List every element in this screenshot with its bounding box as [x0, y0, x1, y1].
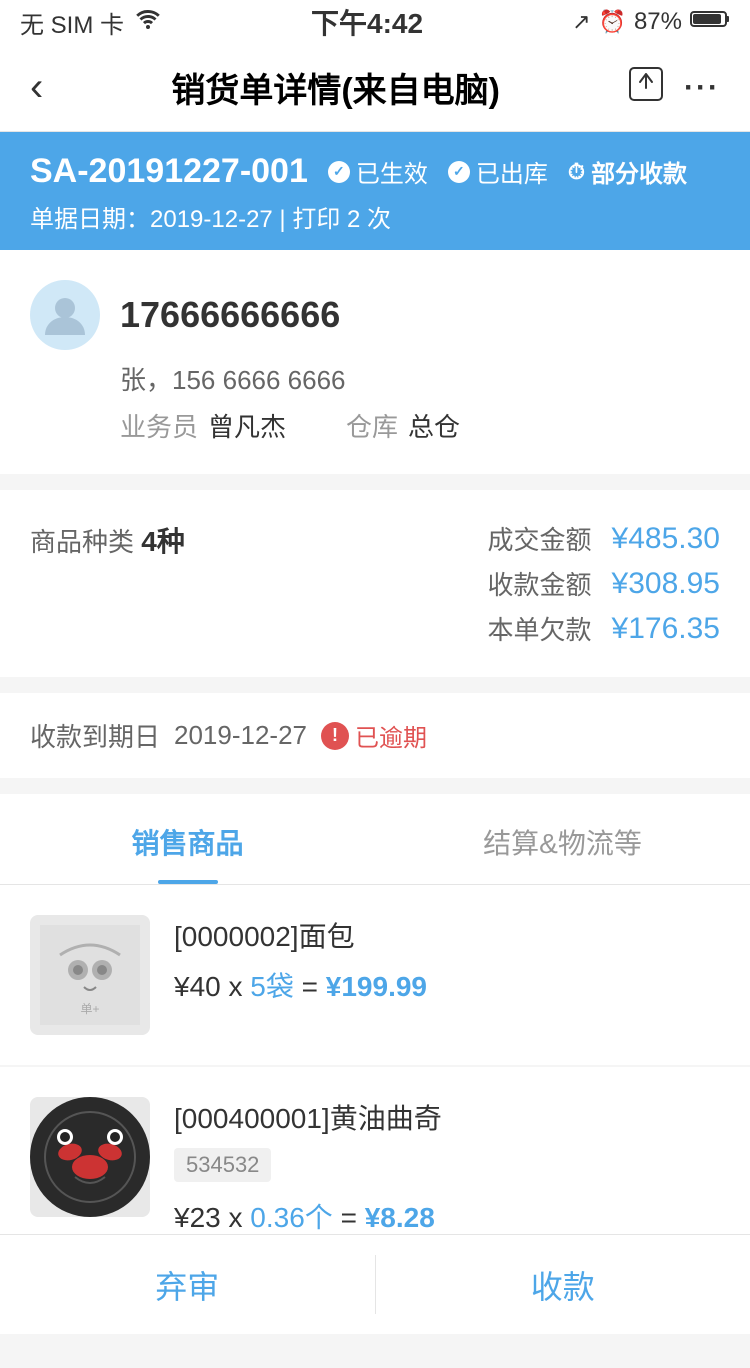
sales-label: 业务员	[120, 407, 198, 444]
nav-right: ···	[628, 66, 720, 110]
product-item-1: 单+ [0000002]面包 ¥40 x 5袋 = ¥199.99	[0, 885, 750, 1065]
location-icon: ↗	[572, 9, 590, 35]
warehouse-item: 仓库 总仓	[346, 407, 460, 444]
tab-settlement[interactable]: 结算&物流等	[375, 794, 750, 884]
stats-card: 商品种类 4种 成交金额 ¥485.30 收款金额 ¥308.95 本单欠款 ¥…	[0, 490, 750, 677]
product-name-2: [000400001]黄油曲奇	[174, 1097, 720, 1137]
battery-icon	[690, 8, 730, 36]
overdue-date: 2019-12-27	[174, 720, 307, 751]
product-qty-2: 0.36个	[250, 1202, 333, 1233]
bottom-bar: 弃审 收款	[0, 1234, 750, 1334]
debt-value: ¥176.35	[612, 612, 720, 646]
order-date: 单据日期：2019-12-27 | 打印 2 次	[30, 199, 720, 234]
back-button[interactable]: ‹	[30, 65, 43, 110]
product-type-label: 商品种类	[30, 527, 134, 557]
nav-bar: ‹ 销货单详情(来自电脑) ···	[0, 44, 750, 132]
clock-icon: ⏱	[568, 159, 585, 185]
status-bar: 无 SIM 卡 下午4:42 ↗ ⏰ 87%	[0, 0, 750, 44]
svg-text:单+: 单+	[80, 1002, 99, 1016]
customer-meta: 业务员 曾凡杰 仓库 总仓	[30, 407, 720, 444]
warehouse-value: 总仓	[408, 407, 460, 444]
overdue-exclamation-icon: !	[321, 722, 349, 750]
carrier-text: 无 SIM 卡	[20, 5, 124, 40]
customer-sub-info: 张，156 6666 6666	[30, 360, 720, 397]
overdue-badge: ! 已逾期	[321, 718, 427, 753]
received-value: ¥308.95	[612, 567, 720, 601]
overdue-status: 已逾期	[355, 718, 427, 753]
amount-row: 成交金额 ¥485.30	[488, 520, 720, 557]
stats-right: 成交金额 ¥485.30 收款金额 ¥308.95 本单欠款 ¥176.35	[488, 520, 720, 647]
overdue-card: 收款到期日 2019-12-27 ! 已逾期	[0, 693, 750, 778]
status-shipped: ✓ 已出库	[448, 154, 548, 189]
sales-value: 曾凡杰	[208, 407, 286, 444]
product-price-2: ¥23 x 0.36个 = ¥8.28	[174, 1196, 720, 1236]
amount-label: 成交金额	[488, 520, 592, 557]
product-list: 单+ [0000002]面包 ¥40 x 5袋 = ¥199.99	[0, 885, 750, 1266]
check-icon-2: ✓	[448, 161, 470, 183]
battery-text: 87%	[634, 8, 682, 36]
avatar	[30, 280, 100, 350]
order-id-row: SA-20191227-001 ✓ 已生效 ✓ 已出库 ⏱ 部分收款	[30, 152, 720, 191]
warehouse-label: 仓库	[346, 407, 398, 444]
tab-sales-products[interactable]: 销售商品	[0, 794, 375, 884]
stats-left: 商品种类 4种	[30, 520, 185, 560]
status-bar-left: 无 SIM 卡	[20, 5, 162, 40]
product-name-1: [0000002]面包	[174, 915, 720, 955]
product-thumb-2	[30, 1097, 150, 1217]
more-icon[interactable]: ···	[684, 71, 720, 105]
status-partial: ⏱ 部分收款	[568, 154, 687, 189]
product-info-2: [000400001]黄油曲奇 534532 ¥23 x 0.36个 = ¥8.…	[174, 1097, 720, 1236]
sales-person-item: 业务员 曾凡杰	[120, 407, 286, 444]
cancel-label: 弃审	[155, 1262, 219, 1308]
product-total-2: ¥8.28	[365, 1202, 435, 1233]
product-thumb-1: 单+	[30, 915, 150, 1035]
order-id: SA-20191227-001	[30, 152, 308, 191]
product-unit-price-2: ¥23	[174, 1202, 221, 1233]
customer-card: 17666666666 张，156 6666 6666 业务员 曾凡杰 仓库 总…	[0, 250, 750, 474]
status-bar-right: ↗ ⏰ 87%	[572, 8, 730, 36]
wifi-icon	[134, 8, 162, 36]
product-price-1: ¥40 x 5袋 = ¥199.99	[174, 965, 720, 1005]
status-bar-time: 下午4:42	[311, 2, 423, 42]
overdue-label: 收款到期日	[30, 717, 160, 754]
cancel-button[interactable]: 弃审	[0, 1235, 375, 1334]
received-label: 收款金额	[488, 565, 592, 602]
amount-value: ¥485.30	[612, 522, 720, 556]
status-effective: ✓ 已生效	[328, 154, 428, 189]
customer-phone: 17666666666	[120, 294, 340, 336]
product-qty-1: 5袋	[250, 971, 294, 1002]
header-banner: SA-20191227-001 ✓ 已生效 ✓ 已出库 ⏱ 部分收款 单据日期：…	[0, 132, 750, 250]
product-total-1: ¥199.99	[326, 971, 427, 1002]
tabs-bar: 销售商品 结算&物流等	[0, 794, 750, 885]
debt-row: 本单欠款 ¥176.35	[488, 610, 720, 647]
nav-left: ‹	[30, 65, 43, 110]
confirm-label: 收款	[531, 1262, 595, 1308]
check-icon-1: ✓	[328, 161, 350, 183]
product-type-count: 4种	[141, 526, 185, 557]
product-info-1: [0000002]面包 ¥40 x 5袋 = ¥199.99	[174, 915, 720, 1005]
product-tag-2: 534532	[174, 1148, 271, 1182]
debt-label: 本单欠款	[488, 610, 592, 647]
product-unit-price-1: ¥40	[174, 971, 221, 1002]
alarm-icon: ⏰	[599, 9, 626, 35]
customer-top: 17666666666	[30, 280, 720, 350]
tab-sales-label: 销售商品	[131, 828, 243, 859]
tab-settlement-label: 结算&物流等	[483, 828, 642, 859]
share-icon[interactable]	[628, 66, 664, 110]
confirm-button[interactable]: 收款	[376, 1235, 750, 1334]
page-title: 销货单详情(来自电脑)	[171, 63, 500, 112]
received-row: 收款金额 ¥308.95	[488, 565, 720, 602]
